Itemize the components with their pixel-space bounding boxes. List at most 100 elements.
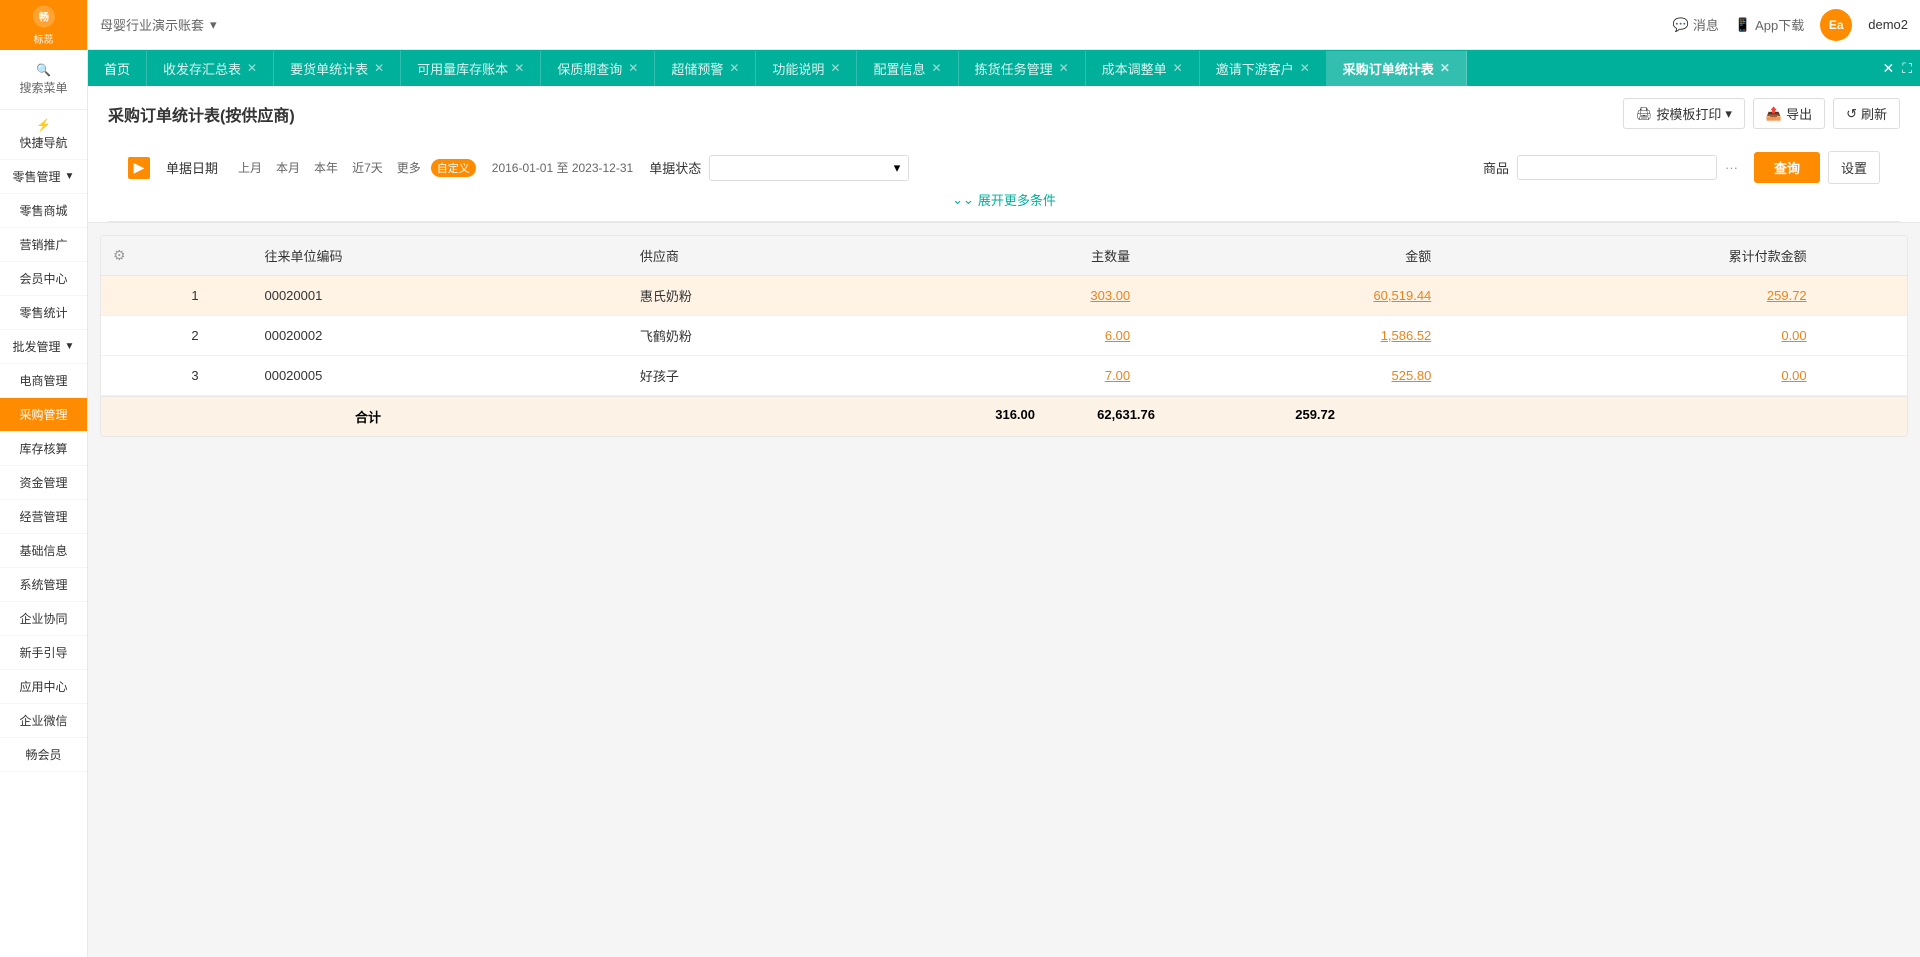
row-paid-amount-cell[interactable]: 259.72 bbox=[1443, 276, 1818, 316]
row-extra-cell bbox=[1819, 276, 1907, 316]
user-avatar[interactable]: Ea bbox=[1820, 9, 1852, 41]
tab-close-icon[interactable]: ✕ bbox=[932, 62, 942, 74]
row-paid-amount-cell[interactable]: 0.00 bbox=[1443, 356, 1818, 396]
status-select[interactable]: ▾ bbox=[709, 155, 909, 181]
query-button[interactable]: 查询 bbox=[1754, 152, 1820, 183]
page-header: 采购订单统计表(按供应商) 🖨 按模板打印 ▾ 📤 导出 ↺ 刷新 bbox=[88, 86, 1920, 223]
goods-more-icon[interactable]: ··· bbox=[1725, 160, 1738, 175]
refresh-button[interactable]: ↺ 刷新 bbox=[1833, 98, 1900, 129]
tab-picking-task[interactable]: 拣货任务管理 ✕ bbox=[959, 51, 1086, 86]
sidebar-item-member[interactable]: 畅会员 bbox=[0, 738, 87, 772]
main-qty-col-header: 主数量 bbox=[908, 236, 1143, 276]
tab-cost-adjust[interactable]: 成本调整单 ✕ bbox=[1086, 51, 1200, 86]
tab-function-desc[interactable]: 功能说明 ✕ bbox=[756, 51, 857, 86]
sidebar-item-ecommerce[interactable]: 电商管理 bbox=[0, 364, 87, 398]
tab-requisition-summary[interactable]: 要货单统计表 ✕ bbox=[274, 51, 401, 86]
tab-label: 保质期查询 bbox=[557, 59, 622, 78]
sidebar-item-retail-stats[interactable]: 零售统计 bbox=[0, 296, 87, 330]
footer-main-qty: 316.00 bbox=[915, 407, 1035, 426]
search-menu-button[interactable]: 🔍 搜索菜单 bbox=[6, 58, 81, 101]
print-button[interactable]: 🖨 按模板打印 ▾ bbox=[1623, 98, 1745, 129]
tab-close-icon[interactable]: ✕ bbox=[374, 62, 384, 74]
row-paid-amount-cell[interactable]: 0.00 bbox=[1443, 316, 1818, 356]
tab-purchase-summary[interactable]: 采购订单统计表 ✕ bbox=[1327, 51, 1467, 86]
sidebar-item-finance[interactable]: 资金管理 bbox=[0, 466, 87, 500]
goods-input[interactable] bbox=[1517, 155, 1717, 180]
tab-home[interactable]: 首页 bbox=[88, 51, 147, 86]
tab-close-icon[interactable]: ✕ bbox=[628, 62, 638, 74]
tab-close-icon[interactable]: ✕ bbox=[514, 62, 524, 74]
tab-close-icon[interactable]: ✕ bbox=[729, 62, 739, 74]
row-seq-cell: 1 bbox=[138, 276, 253, 316]
tab-expand-button[interactable]: ⛶ bbox=[1902, 60, 1912, 77]
sidebar-item-inventory[interactable]: 库存核算 bbox=[0, 432, 87, 466]
tab-receive-summary[interactable]: 收发存汇总表 ✕ bbox=[147, 51, 274, 86]
print-label: 按模板打印 bbox=[1656, 104, 1721, 123]
chevron-down-icon[interactable]: ▾ bbox=[210, 17, 217, 33]
page-title: 采购订单统计表(按供应商) bbox=[108, 102, 295, 126]
tab-close-icon[interactable]: ✕ bbox=[1440, 62, 1450, 74]
table-area: ⚙ 往来单位编码 供应商 主数量 金额 累计付款金额 1 00020001 惠氏… bbox=[100, 235, 1908, 437]
row-unit-code-cell: 00020001 bbox=[252, 276, 627, 316]
app-download-button[interactable]: 📱 App下载 bbox=[1735, 15, 1804, 34]
tab-close-icon[interactable]: ✕ bbox=[830, 62, 840, 74]
export-button[interactable]: 📤 导出 bbox=[1753, 98, 1825, 129]
date-7days[interactable]: 近7天 bbox=[348, 157, 387, 178]
sidebar-item-app-center[interactable]: 应用中心 bbox=[0, 670, 87, 704]
tab-available-inventory[interactable]: 可用量库存账本 ✕ bbox=[401, 51, 541, 86]
date-custom-badge[interactable]: 自定义 bbox=[431, 159, 476, 177]
table-row: 1 00020001 惠氏奶粉 303.00 60,519.44 259.72 bbox=[101, 276, 1907, 316]
sidebar-item-marketing[interactable]: 营销推广 bbox=[0, 228, 87, 262]
tab-close-icon[interactable]: ✕ bbox=[1059, 62, 1069, 74]
sidebar-item-system[interactable]: 系统管理 bbox=[0, 568, 87, 602]
date-this-year[interactable]: 本年 bbox=[310, 157, 342, 178]
row-amount-cell[interactable]: 1,586.52 bbox=[1142, 316, 1443, 356]
message-button[interactable]: 💬 消息 bbox=[1673, 15, 1719, 34]
tab-shelf-life[interactable]: 保质期查询 ✕ bbox=[541, 51, 655, 86]
date-more[interactable]: 更多 bbox=[393, 157, 425, 178]
sidebar-item-quick-nav[interactable]: ⚡ 快捷导航 bbox=[0, 110, 87, 160]
date-this-month[interactable]: 本月 bbox=[272, 157, 304, 178]
tab-close-icon[interactable]: ✕ bbox=[1173, 62, 1183, 74]
row-main-qty-cell[interactable]: 303.00 bbox=[908, 276, 1143, 316]
sidebar-item-purchase[interactable]: 采购管理 bbox=[0, 398, 87, 432]
date-last-month[interactable]: 上月 bbox=[234, 157, 266, 178]
row-settings-cell bbox=[101, 276, 138, 316]
filter-toggle-button[interactable]: ▶ bbox=[128, 157, 150, 179]
row-main-qty-cell[interactable]: 7.00 bbox=[908, 356, 1143, 396]
tab-invite-downstream[interactable]: 邀请下游客户 ✕ bbox=[1200, 51, 1327, 86]
svg-text:畅: 畅 bbox=[38, 10, 48, 23]
row-extra-cell bbox=[1819, 356, 1907, 396]
tab-label: 超储预警 bbox=[671, 59, 723, 78]
system-label: 系统管理 bbox=[19, 576, 67, 593]
date-range-display: 2016-01-01 至 2023-12-31 bbox=[492, 159, 633, 176]
finance-label: 资金管理 bbox=[19, 474, 67, 491]
sidebar-item-enterprise-wechat[interactable]: 企业微信 bbox=[0, 704, 87, 738]
tab-close-icon[interactable]: ✕ bbox=[247, 62, 257, 74]
export-label: 导出 bbox=[1786, 104, 1812, 123]
sidebar-item-operations[interactable]: 经营管理 bbox=[0, 500, 87, 534]
sidebar-item-enterprise[interactable]: 企业协同 bbox=[0, 602, 87, 636]
sidebar-item-new-guide[interactable]: 新手引导 bbox=[0, 636, 87, 670]
row-amount-cell[interactable]: 60,519.44 bbox=[1142, 276, 1443, 316]
tab-close-all-button[interactable]: ✕ bbox=[1882, 60, 1894, 77]
chevron-icon: ▼ bbox=[65, 171, 75, 182]
tab-config-info[interactable]: 配置信息 ✕ bbox=[857, 51, 958, 86]
tab-home-label: 首页 bbox=[104, 59, 130, 78]
sidebar-item-retail-shop[interactable]: 零售商城 bbox=[0, 194, 87, 228]
tab-close-icon[interactable]: ✕ bbox=[1300, 62, 1310, 74]
new-guide-label: 新手引导 bbox=[19, 644, 67, 661]
sidebar-item-member-center[interactable]: 会员中心 bbox=[0, 262, 87, 296]
settings-icon[interactable]: ⚙ bbox=[113, 247, 126, 263]
expand-more-button[interactable]: ⌄⌄ 展开更多条件 bbox=[952, 190, 1056, 209]
retail-stats-label: 零售统计 bbox=[19, 304, 67, 321]
sidebar-item-retail-manage[interactable]: 零售管理 ▼ bbox=[0, 160, 87, 194]
row-amount-cell[interactable]: 525.80 bbox=[1142, 356, 1443, 396]
sidebar-item-wholesale[interactable]: 批发管理 ▼ bbox=[0, 330, 87, 364]
quick-nav-label: 快捷导航 bbox=[19, 134, 67, 151]
tab-overstock[interactable]: 超储预警 ✕ bbox=[655, 51, 756, 86]
tab-label: 采购订单统计表 bbox=[1343, 59, 1434, 78]
row-main-qty-cell[interactable]: 6.00 bbox=[908, 316, 1143, 356]
setting-button[interactable]: 设置 bbox=[1828, 151, 1880, 184]
sidebar-item-basic-info[interactable]: 基础信息 bbox=[0, 534, 87, 568]
